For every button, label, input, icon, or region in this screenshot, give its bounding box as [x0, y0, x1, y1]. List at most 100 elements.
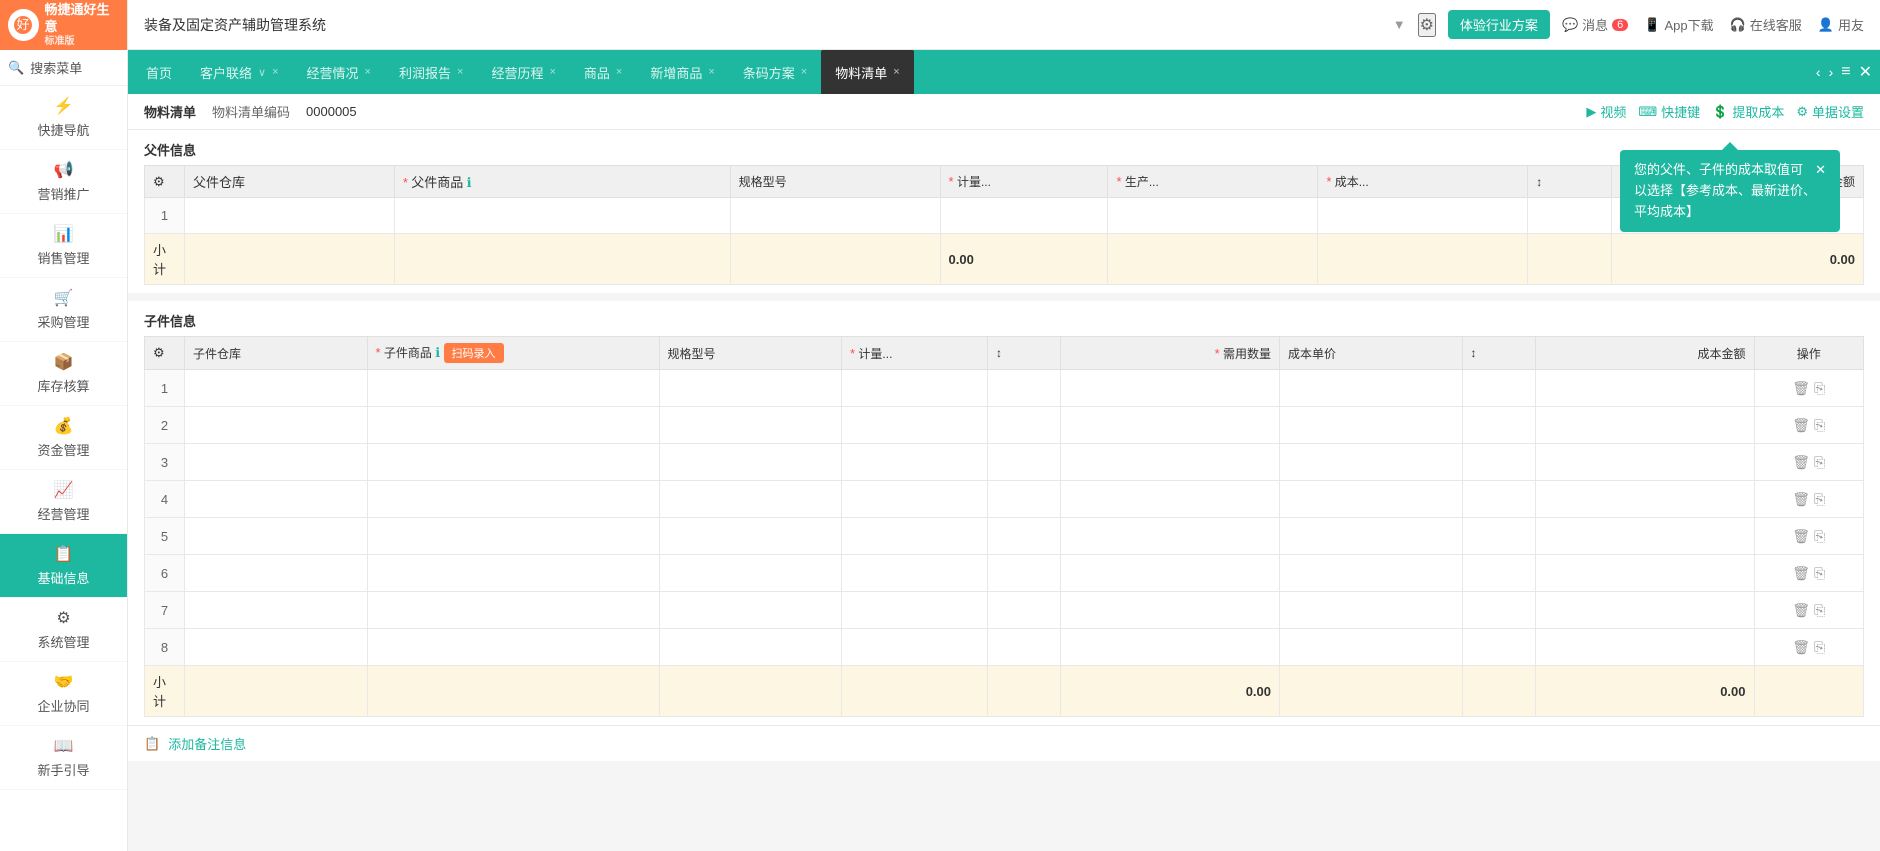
app-download-btn[interactable]: 📱 App下载: [1644, 15, 1713, 34]
child-cell-qty[interactable]: [1061, 555, 1280, 592]
child-cell-warehouse[interactable]: [185, 370, 368, 407]
child-cell-goods[interactable]: [367, 481, 659, 518]
child-cell-qty[interactable]: [1061, 407, 1280, 444]
child-cell-spec[interactable]: [659, 555, 842, 592]
experience-btn[interactable]: 体验行业方案: [1448, 10, 1550, 39]
child-cell-qty[interactable]: [1061, 592, 1280, 629]
parent-cell-goods[interactable]: [394, 198, 730, 234]
sidebar-item-finance[interactable]: 💰 资金管理: [0, 406, 127, 470]
copy-icon[interactable]: ⎘: [1814, 639, 1825, 656]
copy-icon[interactable]: ⎘: [1814, 565, 1825, 582]
child-cell-unit-cost[interactable]: [1280, 629, 1463, 666]
child-cell-goods[interactable]: [367, 592, 659, 629]
child-cell-unit[interactable]: [842, 518, 988, 555]
copy-icon[interactable]: ⎘: [1814, 417, 1825, 434]
child-cell-warehouse[interactable]: [185, 518, 368, 555]
tab-bom-close[interactable]: ×: [893, 66, 899, 78]
message-btn[interactable]: 💬 消息 6: [1562, 15, 1628, 34]
delete-icon[interactable]: 🗑: [1792, 380, 1810, 397]
child-cell-unit-cost[interactable]: [1280, 592, 1463, 629]
delete-icon[interactable]: 🗑: [1792, 565, 1810, 582]
search-menu-item[interactable]: 🔍 搜索菜单: [0, 50, 127, 86]
settings-button[interactable]: ⚙: [1418, 13, 1436, 37]
tab-new-goods[interactable]: 新增商品 ×: [636, 50, 728, 94]
tab-close-all-btn[interactable]: ≡: [1837, 63, 1854, 81]
child-col-settings[interactable]: ⚙: [145, 337, 185, 370]
tab-goods-close[interactable]: ×: [616, 66, 622, 78]
child-cell-unit[interactable]: [842, 444, 988, 481]
sidebar-item-inventory[interactable]: 📦 库存核算: [0, 342, 127, 406]
delete-icon[interactable]: 🗑: [1792, 639, 1810, 656]
child-cell-unit[interactable]: [842, 592, 988, 629]
child-cell-goods[interactable]: [367, 518, 659, 555]
parent-cell-warehouse[interactable]: [185, 198, 395, 234]
single-settings-btn[interactable]: ⚙ 单据设置: [1796, 102, 1864, 121]
copy-icon[interactable]: ⎘: [1814, 491, 1825, 508]
child-cell-qty[interactable]: [1061, 481, 1280, 518]
tab-goods[interactable]: 商品 ×: [570, 50, 636, 94]
child-cell-unit[interactable]: [842, 555, 988, 592]
tab-bom[interactable]: 物料清单 ×: [821, 50, 913, 94]
parent-cell-cost[interactable]: [1318, 198, 1528, 234]
child-cell-warehouse[interactable]: [185, 592, 368, 629]
delete-icon[interactable]: 🗑: [1792, 417, 1810, 434]
sidebar-item-cooperation[interactable]: 🤝 企业协同: [0, 662, 127, 726]
tab-history[interactable]: 经营历程 ×: [477, 50, 569, 94]
parent-col-settings[interactable]: ⚙: [145, 166, 185, 198]
shortcut-btn[interactable]: ⌨ 快捷键: [1638, 102, 1700, 121]
child-cell-goods[interactable]: [367, 555, 659, 592]
tab-global-close-btn[interactable]: ✕: [1855, 62, 1876, 82]
child-cell-spec[interactable]: [659, 444, 842, 481]
copy-icon[interactable]: ⎘: [1814, 454, 1825, 471]
parent-cell-spec[interactable]: [730, 198, 940, 234]
sidebar-item-basic-info[interactable]: 📋 基础信息: [0, 534, 127, 598]
child-cell-warehouse[interactable]: [185, 407, 368, 444]
tab-profit-close[interactable]: ×: [457, 66, 463, 78]
tab-customer-arrow[interactable]: ∨: [258, 66, 266, 79]
child-cell-unit[interactable]: [842, 370, 988, 407]
child-cell-unit-cost[interactable]: [1280, 444, 1463, 481]
child-cell-warehouse[interactable]: [185, 481, 368, 518]
child-cell-qty[interactable]: [1061, 629, 1280, 666]
copy-icon[interactable]: ⎘: [1814, 528, 1825, 545]
child-cell-spec[interactable]: [659, 370, 842, 407]
child-cell-spec[interactable]: [659, 518, 842, 555]
sidebar-item-quick-nav[interactable]: ⚡ 快捷导航: [0, 86, 127, 150]
tab-operations[interactable]: 经营情况 ×: [293, 50, 385, 94]
tab-next-btn[interactable]: ›: [1825, 64, 1838, 80]
child-cell-goods[interactable]: [367, 444, 659, 481]
delete-icon[interactable]: 🗑: [1792, 454, 1810, 471]
child-cell-goods[interactable]: [367, 629, 659, 666]
delete-icon[interactable]: 🗑: [1792, 491, 1810, 508]
copy-icon[interactable]: ⎘: [1814, 380, 1825, 397]
user-btn[interactable]: 👤 用友: [1818, 15, 1864, 34]
video-btn[interactable]: ▶ 视频: [1586, 102, 1626, 121]
tab-customer[interactable]: 客户联络 ∨ ×: [186, 50, 293, 94]
sidebar-item-guide[interactable]: 📖 新手引导: [0, 726, 127, 790]
tab-new-goods-close[interactable]: ×: [708, 66, 714, 78]
scan-input-btn[interactable]: 扫码录入: [444, 343, 504, 363]
bottom-bar[interactable]: 📋 添加备注信息: [128, 725, 1880, 761]
tab-profit[interactable]: 利润报告 ×: [385, 50, 477, 94]
copy-icon[interactable]: ⎘: [1814, 602, 1825, 619]
tab-barcode-close[interactable]: ×: [801, 66, 807, 78]
child-cell-spec[interactable]: [659, 481, 842, 518]
tab-home[interactable]: 首页: [132, 50, 186, 94]
delete-icon[interactable]: 🗑: [1792, 602, 1810, 619]
tab-prev-btn[interactable]: ‹: [1812, 64, 1825, 80]
child-cell-spec[interactable]: [659, 407, 842, 444]
child-cell-warehouse[interactable]: [185, 444, 368, 481]
sidebar-item-system[interactable]: ⚙ 系统管理: [0, 598, 127, 662]
child-cell-unit-cost[interactable]: [1280, 370, 1463, 407]
child-cell-warehouse[interactable]: [185, 555, 368, 592]
tab-ops-close[interactable]: ×: [365, 66, 371, 78]
child-cell-unit-cost[interactable]: [1280, 555, 1463, 592]
child-cell-goods[interactable]: [367, 407, 659, 444]
child-cell-unit-cost[interactable]: [1280, 407, 1463, 444]
child-cell-unit[interactable]: [842, 629, 988, 666]
delete-icon[interactable]: 🗑: [1792, 528, 1810, 545]
tab-customer-close[interactable]: ×: [272, 66, 278, 78]
sidebar-item-operations[interactable]: 📈 经营管理: [0, 470, 127, 534]
child-cell-qty[interactable]: [1061, 444, 1280, 481]
sidebar-item-purchase[interactable]: 🛒 采购管理: [0, 278, 127, 342]
